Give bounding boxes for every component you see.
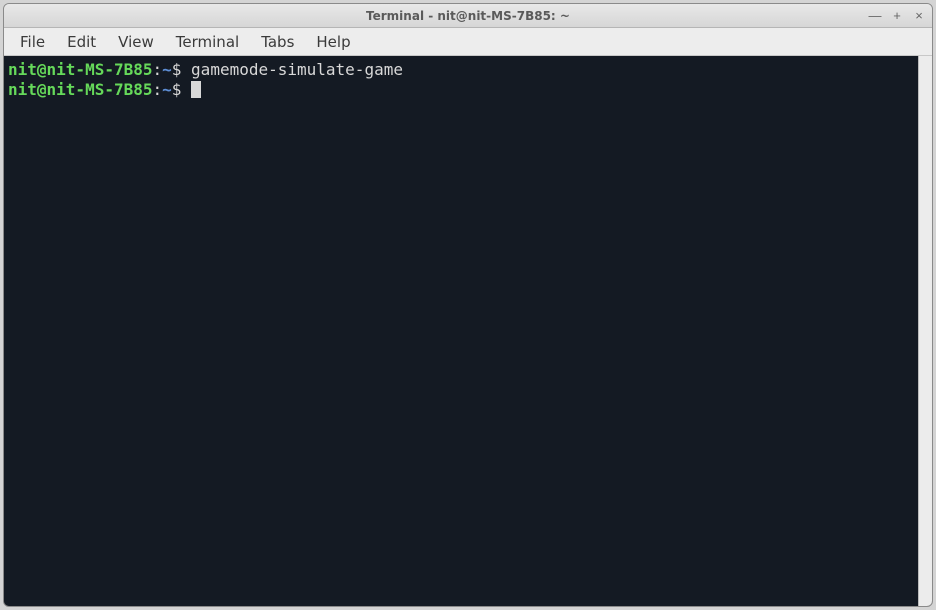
titlebar[interactable]: Terminal - nit@nit-MS-7B85: ~ — + × xyxy=(4,4,932,28)
menu-tabs[interactable]: Tabs xyxy=(251,30,304,54)
close-button[interactable]: × xyxy=(912,9,926,23)
terminal-output[interactable]: nit@nit-MS-7B85:~$ gamemode-simulate-gam… xyxy=(4,56,918,606)
scrollbar[interactable] xyxy=(918,56,932,606)
command-text: gamemode-simulate-game xyxy=(191,60,403,79)
terminal-line: nit@nit-MS-7B85:~$ xyxy=(8,80,914,100)
prompt-colon: : xyxy=(153,60,163,79)
terminal-window: Terminal - nit@nit-MS-7B85: ~ — + × File… xyxy=(3,3,933,607)
menu-help[interactable]: Help xyxy=(306,30,360,54)
prompt-path: ~ xyxy=(162,80,172,99)
window-title: Terminal - nit@nit-MS-7B85: ~ xyxy=(366,9,570,23)
menu-view[interactable]: View xyxy=(108,30,164,54)
prompt-colon: : xyxy=(153,80,163,99)
terminal-area: nit@nit-MS-7B85:~$ gamemode-simulate-gam… xyxy=(4,56,932,606)
prompt-user: nit@nit-MS-7B85 xyxy=(8,80,153,99)
maximize-button[interactable]: + xyxy=(890,9,904,23)
menubar: File Edit View Terminal Tabs Help xyxy=(4,28,932,56)
prompt-user: nit@nit-MS-7B85 xyxy=(8,60,153,79)
window-controls: — + × xyxy=(868,4,926,27)
menu-terminal[interactable]: Terminal xyxy=(166,30,249,54)
minimize-button[interactable]: — xyxy=(868,9,882,23)
cursor-icon xyxy=(191,81,201,98)
menu-file[interactable]: File xyxy=(10,30,55,54)
menu-edit[interactable]: Edit xyxy=(57,30,106,54)
prompt-dollar: $ xyxy=(172,60,191,79)
prompt-dollar: $ xyxy=(172,80,191,99)
prompt-path: ~ xyxy=(162,60,172,79)
terminal-line: nit@nit-MS-7B85:~$ gamemode-simulate-gam… xyxy=(8,60,914,80)
